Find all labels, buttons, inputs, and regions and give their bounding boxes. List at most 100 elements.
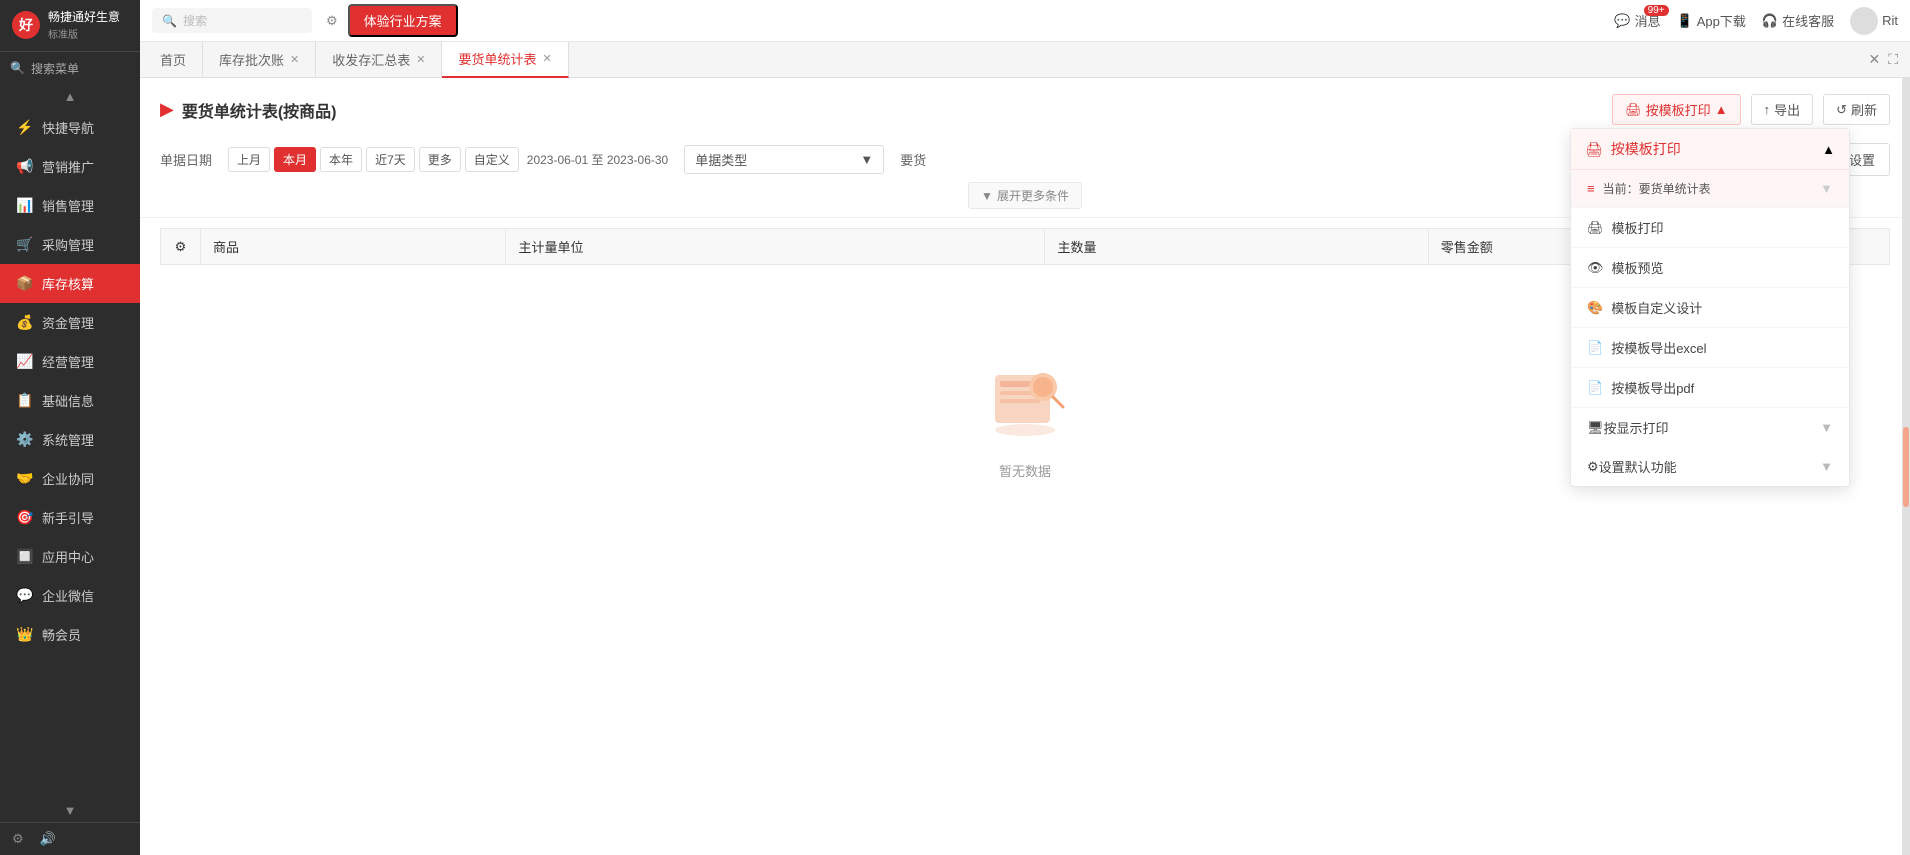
col-unit: 主计量单位 xyxy=(506,229,1045,265)
chevron-up-icon: ▲ xyxy=(1715,102,1728,117)
tab-expand-icon[interactable]: ⛶ xyxy=(1888,51,1898,68)
app-download-label: App下载 xyxy=(1697,11,1746,30)
print-dropdown-display-print[interactable]: 🖥 按显示打印 ▼ xyxy=(1571,408,1849,447)
message-icon: 💬 xyxy=(1614,13,1630,29)
export-icon: ↑ xyxy=(1764,102,1771,117)
export-label: 导出 xyxy=(1774,100,1800,119)
sidebar-item-marketing[interactable]: 📢 营销推广 xyxy=(0,147,140,186)
refresh-button[interactable]: ↺ 刷新 xyxy=(1823,94,1890,125)
tab-batch-account[interactable]: 库存批次账 ✕ xyxy=(203,42,316,78)
tab-close-all-icon[interactable]: ✕ xyxy=(1868,51,1880,68)
cooperation-icon: 🤝 xyxy=(16,469,34,487)
last-7-days-btn[interactable]: 近7天 xyxy=(366,147,415,172)
tab-receipt-summary-close[interactable]: ✕ xyxy=(416,53,425,66)
print-dropdown-item-export-excel[interactable]: 📄 按模板导出excel xyxy=(1571,328,1849,368)
chevron-down-icon: ▼ xyxy=(860,152,873,167)
scroll-down[interactable]: ▼ xyxy=(0,799,140,822)
audio-icon[interactable]: 🔊 xyxy=(40,831,56,847)
sidebar-item-label: 营销推广 xyxy=(42,157,94,176)
print-dropdown-default-function[interactable]: ⚙ 设置默认功能 ▼ xyxy=(1571,447,1849,486)
member-icon: 👑 xyxy=(16,625,34,643)
order-type-select[interactable]: 单据类型 ▼ xyxy=(684,145,884,174)
sidebar-item-member[interactable]: 👑 畅会员 xyxy=(0,615,140,654)
print-dropdown-item-template-design[interactable]: 🎨 模板自定义设计 xyxy=(1571,288,1849,328)
print-dropdown-header[interactable]: 🖨 按模板打印 ▲ xyxy=(1571,129,1849,170)
sidebar-item-basic[interactable]: 📋 基础信息 xyxy=(0,381,140,420)
logo-icon: 好 xyxy=(12,11,40,39)
custom-date-btn[interactable]: 自定义 xyxy=(465,147,519,172)
expand-more-btn[interactable]: ▼ 展开更多条件 xyxy=(968,182,1082,209)
sidebar-item-label: 经营管理 xyxy=(42,352,94,371)
print-template-button[interactable]: 🖨 按模板打印 ▲ xyxy=(1612,94,1740,125)
scroll-up[interactable]: ▲ xyxy=(0,85,140,108)
display-print-label: 按显示打印 xyxy=(1604,418,1669,437)
sidebar-item-inventory[interactable]: 📦 库存核算 xyxy=(0,264,140,303)
avatar xyxy=(1850,7,1878,35)
template-preview-label: 模板预览 xyxy=(1612,258,1664,277)
export-excel-label: 按模板导出excel xyxy=(1611,338,1706,357)
print-dropdown-item-export-pdf[interactable]: 📄 按模板导出pdf xyxy=(1571,368,1849,408)
settings-icon[interactable]: ⚙ xyxy=(12,831,24,847)
topbar-search[interactable]: 🔍 搜索 xyxy=(152,8,312,33)
messages-action[interactable]: 💬 消息 99+ xyxy=(1614,11,1660,30)
trial-button[interactable]: 体验行业方案 xyxy=(348,4,458,37)
topbar-gear-icon[interactable]: ⚙ xyxy=(326,13,338,29)
print-template-label: 按模板打印 xyxy=(1646,100,1711,119)
default-function-arrow-icon: ▼ xyxy=(1820,459,1833,474)
sidebar-item-label: 销售管理 xyxy=(42,196,94,215)
sidebar-item-cooperation[interactable]: 🤝 企业协同 xyxy=(0,459,140,498)
phone-icon: 📱 xyxy=(1677,13,1693,29)
user-avatar[interactable]: Rit xyxy=(1850,7,1898,35)
tab-order-stats[interactable]: 要货单统计表 ✕ xyxy=(442,42,568,78)
topbar-actions: 💬 消息 99+ 📱 App下载 🎧 在线客服 Rit xyxy=(1614,7,1898,35)
tab-home[interactable]: 首页 xyxy=(140,42,203,78)
sidebar-item-label: 快捷导航 xyxy=(42,118,94,137)
page-content: ▶ 要货单统计表(按商品) 🖨 按模板打印 ▲ ↑ 导出 ↺ 刷新 xyxy=(140,78,1910,855)
finance-icon: 💰 xyxy=(16,313,34,331)
display-print-icon: 🖥 xyxy=(1587,420,1604,436)
print-dropdown-printer-icon: 🖨 xyxy=(1585,141,1603,158)
quick-nav-icon: ⚡ xyxy=(16,118,34,136)
sidebar-item-sales[interactable]: 📊 销售管理 xyxy=(0,186,140,225)
current-month-btn[interactable]: 本月 xyxy=(274,147,316,172)
tab-home-label: 首页 xyxy=(160,50,186,69)
sidebar-item-quick-nav[interactable]: ⚡ 快捷导航 xyxy=(0,108,140,147)
sidebar-item-purchase[interactable]: 🛒 采购管理 xyxy=(0,225,140,264)
topbar-search-text: 搜索 xyxy=(183,12,207,29)
sidebar-item-weixin[interactable]: 💬 企业微信 xyxy=(0,576,140,615)
current-year-btn[interactable]: 本年 xyxy=(320,147,362,172)
more-date-btn[interactable]: 更多 xyxy=(419,147,461,172)
empty-icon xyxy=(975,345,1075,445)
sidebar-item-operation[interactable]: 📈 经营管理 xyxy=(0,342,140,381)
prev-month-btn[interactable]: 上月 xyxy=(228,147,270,172)
logo-sub: 标准版 xyxy=(48,26,120,41)
printer-icon: 🖨 xyxy=(1625,102,1642,118)
expand-label: 展开更多条件 xyxy=(997,187,1069,204)
app-download-action[interactable]: 📱 App下载 xyxy=(1677,11,1746,30)
sidebar-item-guide[interactable]: 🎯 新手引导 xyxy=(0,498,140,537)
right-scrollbar[interactable] xyxy=(1902,78,1910,855)
col-settings[interactable]: ⚙ xyxy=(161,229,201,265)
operation-icon: 📈 xyxy=(16,352,34,370)
sidebar-item-finance[interactable]: 💰 资金管理 xyxy=(0,303,140,342)
print-dropdown-item-template-preview[interactable]: 👁 模板预览 xyxy=(1571,248,1849,288)
sidebar-item-system[interactable]: ⚙️ 系统管理 xyxy=(0,420,140,459)
date-buttons: 上月 本月 本年 近7天 更多 自定义 2023-06-01 至 2023-06… xyxy=(228,147,668,172)
sidebar-nav: ⚡ 快捷导航 📢 营销推广 📊 销售管理 🛒 采购管理 📦 库存核算 💰 资金管… xyxy=(0,108,140,799)
export-button[interactable]: ↑ 导出 xyxy=(1751,94,1814,125)
sidebar-item-label: 应用中心 xyxy=(42,547,94,566)
sidebar-item-label: 系统管理 xyxy=(42,430,94,449)
topbar-search-icon: 🔍 xyxy=(162,14,177,28)
main-area: 🔍 搜索 ⚙ 体验行业方案 💬 消息 99+ 📱 App下载 🎧 在线客服 Ri… xyxy=(140,0,1910,855)
print-dropdown-item-template-print[interactable]: 🖨 模板打印 xyxy=(1571,208,1849,248)
expand-arrow-icon[interactable]: ▶ xyxy=(160,99,174,120)
sidebar-item-apps[interactable]: 🔲 应用中心 xyxy=(0,537,140,576)
tab-batch-account-close[interactable]: ✕ xyxy=(290,53,299,66)
tab-order-stats-close[interactable]: ✕ xyxy=(543,52,552,65)
order-cat-label: 要货 xyxy=(900,150,926,169)
default-function-label: 设置默认功能 xyxy=(1599,457,1677,476)
online-service-action[interactable]: 🎧 在线客服 xyxy=(1762,11,1834,30)
tab-receipt-summary[interactable]: 收发存汇总表 ✕ xyxy=(316,42,442,78)
sidebar-search[interactable]: 🔍 搜索菜单 xyxy=(0,52,140,85)
page-header: ▶ 要货单统计表(按商品) 🖨 按模板打印 ▲ ↑ 导出 ↺ 刷新 xyxy=(140,78,1910,135)
